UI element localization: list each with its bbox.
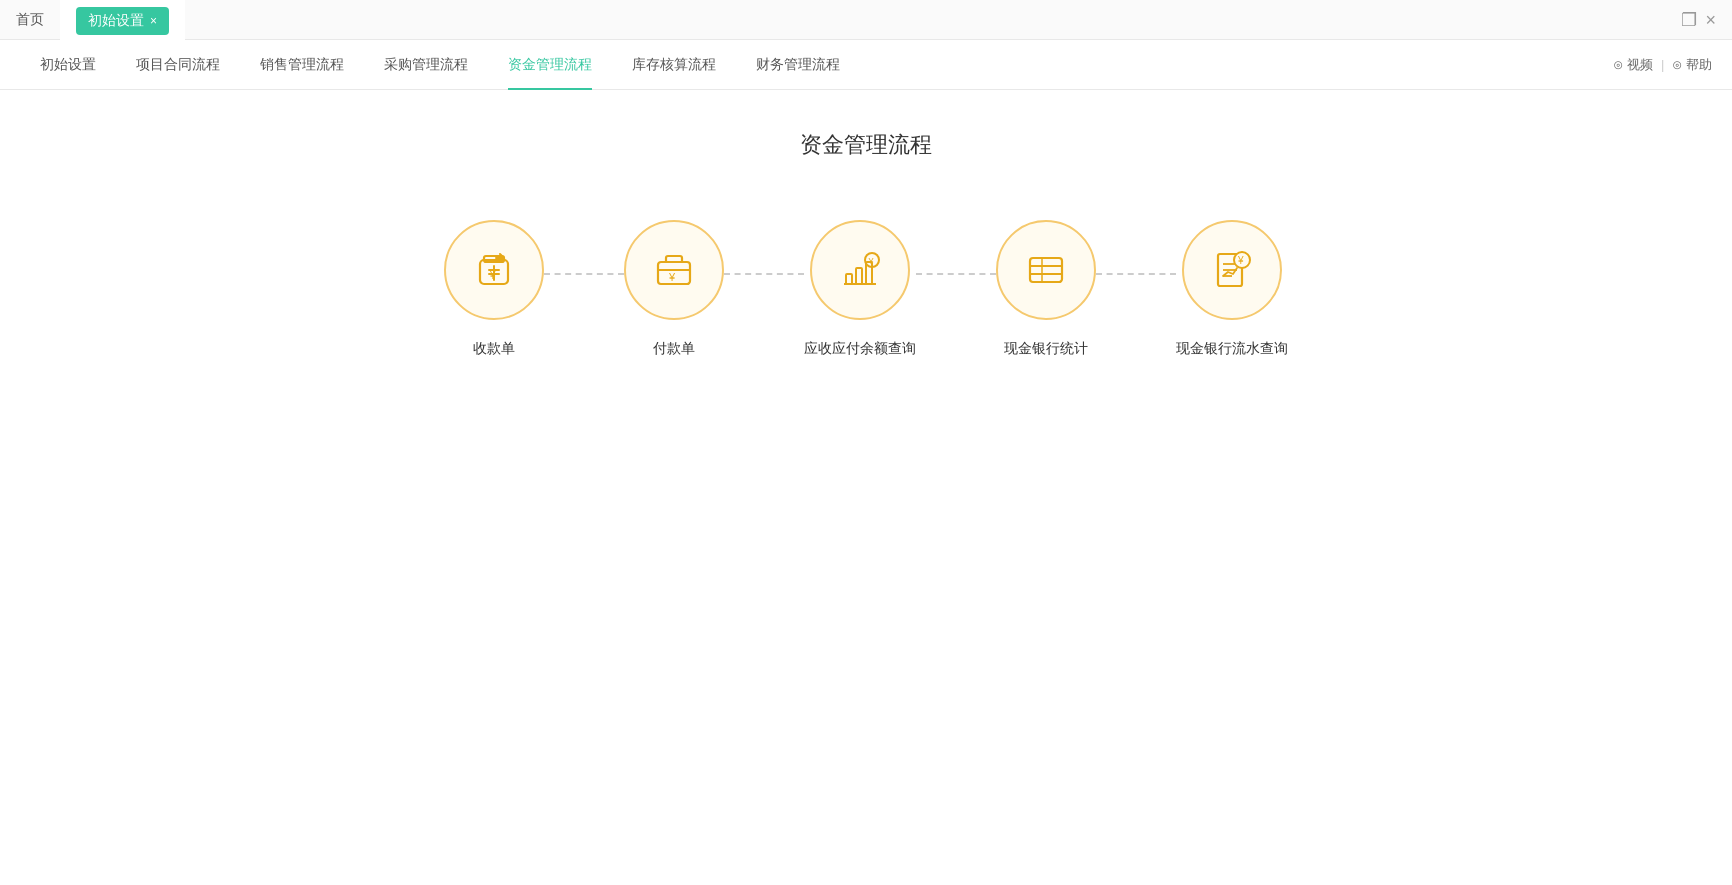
flow-row: ¥ 收款单 ¥ 付款单 [0, 220, 1732, 358]
active-tab[interactable]: 初始设置 × [60, 0, 185, 40]
nav-item-finance[interactable]: 财务管理流程 [736, 40, 860, 90]
flow-item-receipt[interactable]: ¥ 收款单 [444, 220, 544, 358]
main-content: 资金管理流程 ¥ 收款单 [0, 90, 1732, 398]
bank-flow-icon-circle[interactable]: ¥ [1182, 220, 1282, 320]
bank-flow-label: 现金银行流水查询 [1176, 340, 1288, 358]
svg-rect-10 [856, 268, 862, 284]
flow-item-bank-stat[interactable]: 现金银行统计 [996, 220, 1096, 358]
svg-text:¥: ¥ [868, 256, 875, 266]
nav-item-sales[interactable]: 销售管理流程 [240, 40, 364, 90]
video-link[interactable]: ⊙ 视频 [1613, 56, 1653, 74]
receipt-icon: ¥ [470, 246, 518, 294]
connector-3 [916, 273, 996, 275]
svg-rect-9 [846, 274, 852, 284]
flow-item-balance[interactable]: ¥ 应收应付余额查询 [804, 220, 916, 358]
nav-bar: 初始设置 项目合同流程 销售管理流程 采购管理流程 资金管理流程 库存核算流程 … [0, 40, 1732, 90]
nav-item-init[interactable]: 初始设置 [20, 40, 116, 90]
bank-stat-icon-circle[interactable] [996, 220, 1096, 320]
flow-item-bank-flow[interactable]: ¥ 现金银行流水查询 [1176, 220, 1288, 358]
nav-right: ⊙ 视频 | ⊙ 帮助 [1613, 56, 1712, 74]
connector-2 [724, 273, 804, 275]
svg-text:¥: ¥ [1237, 255, 1244, 266]
bank-stat-icon [1022, 246, 1070, 294]
bank-flow-icon: ¥ [1208, 246, 1256, 294]
payment-icon-circle[interactable]: ¥ [624, 220, 724, 320]
svg-text:¥: ¥ [489, 270, 496, 281]
receipt-icon-circle[interactable]: ¥ [444, 220, 544, 320]
nav-divider: | [1661, 57, 1664, 72]
help-link[interactable]: ⊙ 帮助 [1672, 56, 1712, 74]
nav-item-inventory[interactable]: 库存核算流程 [612, 40, 736, 90]
active-tab-label: 初始设置 [88, 12, 144, 30]
nav-item-project[interactable]: 项目合同流程 [116, 40, 240, 90]
payment-label: 付款单 [653, 340, 695, 358]
window-restore-button[interactable]: ❐ [1681, 11, 1697, 29]
balance-icon-circle[interactable]: ¥ [810, 220, 910, 320]
connector-1 [544, 273, 624, 275]
window-controls: ❐ × [1681, 11, 1732, 29]
page-title: 资金管理流程 [0, 130, 1732, 160]
nav-item-fund[interactable]: 资金管理流程 [488, 40, 612, 90]
bank-stat-label: 现金银行统计 [1004, 340, 1088, 358]
receipt-label: 收款单 [473, 340, 515, 358]
balance-label: 应收应付余额查询 [804, 340, 916, 358]
balance-icon: ¥ [836, 246, 884, 294]
svg-text:¥: ¥ [668, 271, 676, 283]
svg-rect-15 [1030, 258, 1062, 282]
top-bar: 首页 初始设置 × ❐ × [0, 0, 1732, 40]
connector-4 [1096, 273, 1176, 275]
nav-item-purchase[interactable]: 采购管理流程 [364, 40, 488, 90]
home-tab[interactable]: 首页 [0, 0, 60, 40]
tab-close-icon[interactable]: × [150, 14, 157, 28]
payment-icon: ¥ [650, 246, 698, 294]
window-close-button[interactable]: × [1705, 11, 1716, 29]
flow-item-payment[interactable]: ¥ 付款单 [624, 220, 724, 358]
